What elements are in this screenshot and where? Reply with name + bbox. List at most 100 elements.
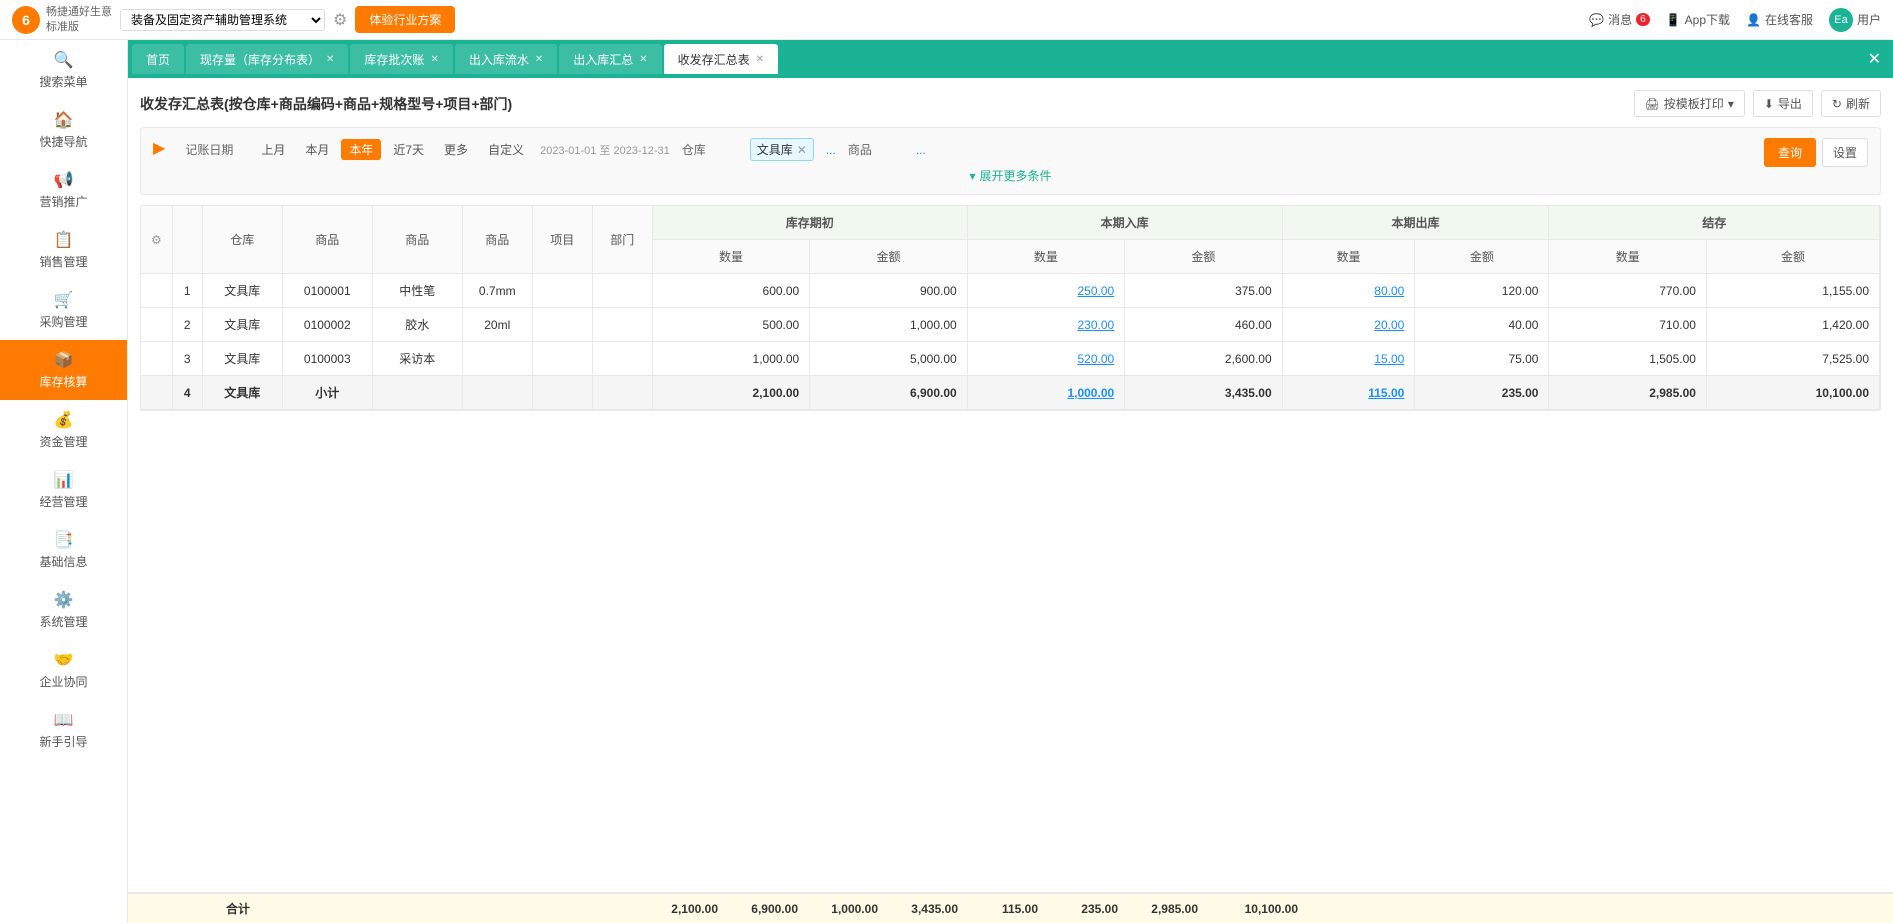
footer-opening-amt: 6,900.00 (728, 902, 808, 916)
row-warehouse: 文具库 (202, 342, 282, 376)
row-in-qty[interactable]: 250.00 (967, 274, 1124, 308)
col-settings: ⚙ (141, 206, 172, 274)
system-title-select[interactable]: 装备及固定资产辅助管理系统 (120, 9, 325, 31)
sidebar-item-basic[interactable]: 📑 基础信息 (0, 520, 127, 580)
subtotal-in-amt: 3,435.00 (1125, 376, 1282, 410)
message-btn[interactable]: 💬 消息 6 (1589, 11, 1650, 28)
sidebar-item-system[interactable]: ⚙️ 系统管理 (0, 580, 127, 640)
page-header: 收发存汇总表(按仓库+商品编码+商品+规格型号+项目+部门) 🖨 按模板打印 ▾… (140, 90, 1881, 117)
subtotal-seq: 4 (172, 376, 202, 410)
row-out-qty[interactable]: 80.00 (1282, 274, 1415, 308)
query-btn[interactable]: 查询 (1764, 138, 1816, 167)
warehouse-filter-tag: 文具库 ✕ (750, 138, 814, 161)
query-actions: 查询 设置 (1764, 138, 1868, 167)
refresh-btn[interactable]: ↻ 刷新 (1821, 90, 1881, 117)
data-table: ⚙ 仓库 商品 商品 商品 项目 部门 库存期初 本期入库 (141, 206, 1880, 410)
avatar: Ea (1829, 8, 1853, 32)
row-warehouse: 文具库 (202, 308, 282, 342)
row-in-amt: 460.00 (1125, 308, 1282, 342)
subtotal-balance-amt: 10,100.00 (1706, 376, 1879, 410)
col-spec: 商品 (462, 206, 532, 274)
row-out-qty[interactable]: 20.00 (1282, 308, 1415, 342)
user-btn[interactable]: Ea 用户 (1829, 8, 1881, 32)
row-balance-qty: 770.00 (1549, 274, 1706, 308)
row-seq: 2 (172, 308, 202, 342)
subtotal-out-qty[interactable]: 115.00 (1282, 376, 1415, 410)
date-btn-more[interactable]: 更多 (436, 139, 476, 160)
row-balance-amt: 7,525.00 (1706, 342, 1879, 376)
sidebar-item-marketing[interactable]: 📢 营销推广 (0, 160, 127, 220)
row-code: 0100002 (282, 308, 372, 342)
date-btn-last-month[interactable]: 上月 (253, 139, 293, 160)
sidebar-item-quick-nav[interactable]: 🏠 快捷导航 (0, 100, 127, 160)
print-template-btn[interactable]: 🖨 按模板打印 ▾ (1634, 90, 1745, 117)
footer-total-label: 合计 (198, 900, 278, 917)
tab-bar: 首页 现存量（库存分布表） ✕ 库存批次账 ✕ 出入库流水 ✕ 出入库汇总 ✕ (128, 40, 1893, 78)
sidebar-item-operation[interactable]: 📊 经营管理 (0, 460, 127, 520)
subtotal-empty2 (462, 376, 532, 410)
expand-conditions-btn[interactable]: ▾ 展开更多条件 (153, 167, 1868, 184)
footer-out-amt: 235.00 (1048, 902, 1128, 916)
row-out-amt: 120.00 (1415, 274, 1549, 308)
brand: 6 畅捷通好生意 标准版 (12, 5, 112, 34)
tab-stock-dist[interactable]: 现存量（库存分布表） ✕ (186, 44, 348, 74)
tab-close-icon[interactable]: ✕ (430, 54, 438, 65)
app-download-btn[interactable]: 📱 App下载 (1666, 11, 1730, 28)
row-out-qty[interactable]: 15.00 (1282, 342, 1415, 376)
tab-home[interactable]: 首页 (132, 44, 184, 74)
col-out-amt: 金额 (1415, 240, 1549, 274)
sidebar-item-purchase[interactable]: 🛒 采购管理 (0, 280, 127, 340)
sidebar: 🔍 搜索菜单 🏠 快捷导航 📢 营销推广 📋 销售管理 🛒 采购管理 📦 (0, 40, 128, 923)
sidebar-item-sales[interactable]: 📋 销售管理 (0, 220, 127, 280)
warehouse-dots[interactable]: ... (826, 143, 836, 157)
subtotal-in-qty[interactable]: 1,000.00 (967, 376, 1124, 410)
sidebar-item-search[interactable]: 🔍 搜索菜单 (0, 40, 127, 100)
sidebar-item-guide[interactable]: 📖 新手引导 (0, 700, 127, 760)
warehouse-tag-remove[interactable]: ✕ (797, 143, 807, 157)
settings-icon[interactable]: ⚙ (333, 10, 347, 30)
subtotal-settings (141, 376, 172, 410)
sidebar-item-finance[interactable]: 💰 资金管理 (0, 400, 127, 460)
row-in-amt: 375.00 (1125, 274, 1282, 308)
tab-stock-flow[interactable]: 出入库流水 ✕ (455, 44, 557, 74)
row-out-amt: 75.00 (1415, 342, 1549, 376)
date-btn-this-year[interactable]: 本年 (341, 139, 381, 160)
col-code: 商品 (282, 206, 372, 274)
brand-name: 畅捷通好生意 标准版 (46, 5, 112, 34)
footer-in-qty: 1,000.00 (808, 902, 888, 916)
settings-filter-btn[interactable]: 设置 (1822, 138, 1868, 167)
row-balance-amt: 1,155.00 (1706, 274, 1879, 308)
subtotal-out-amt: 235.00 (1415, 376, 1549, 410)
row-opening-qty: 500.00 (652, 308, 809, 342)
tab-recv-send-summary[interactable]: 收发存汇总表 ✕ (664, 44, 778, 74)
try-btn[interactable]: 体验行业方案 (355, 6, 455, 33)
date-btn-7days[interactable]: 近7天 (385, 139, 432, 160)
tab-close-icon[interactable]: ✕ (535, 54, 543, 65)
row-in-qty[interactable]: 520.00 (967, 342, 1124, 376)
goods-dots[interactable]: ... (916, 143, 926, 157)
content-area: 首页 现存量（库存分布表） ✕ 库存批次账 ✕ 出入库流水 ✕ 出入库汇总 ✕ (128, 40, 1893, 923)
row-in-qty[interactable]: 230.00 (967, 308, 1124, 342)
row-settings (141, 274, 172, 308)
subtotal-empty4 (592, 376, 652, 410)
row-opening-amt: 900.00 (810, 274, 967, 308)
tab-stock-summary[interactable]: 出入库汇总 ✕ (559, 44, 661, 74)
tab-close-icon[interactable]: ✕ (756, 54, 764, 65)
date-btn-this-month[interactable]: 本月 (297, 139, 337, 160)
tab-close-icon[interactable]: ✕ (326, 54, 334, 65)
sidebar-item-inventory[interactable]: 📦 库存核算 (0, 340, 127, 400)
top-bar-left: 6 畅捷通好生意 标准版 装备及固定资产辅助管理系统 ⚙ 体验行业方案 (12, 5, 455, 34)
search-icon: 🔍 (54, 50, 74, 70)
tab-close-icon[interactable]: ✕ (639, 54, 647, 65)
table-settings-icon[interactable]: ⚙ (151, 233, 162, 247)
online-service-btn[interactable]: 👤 在线客服 (1746, 11, 1813, 28)
subtotal-label: 小计 (282, 376, 372, 410)
tab-close-all-btn[interactable]: ✕ (1860, 49, 1889, 69)
filter-expand-icon[interactable]: ▶ (153, 138, 165, 158)
sidebar-item-enterprise[interactable]: 🤝 企业协同 (0, 640, 127, 700)
date-label: 记账日期 (185, 141, 241, 158)
row-balance-qty: 710.00 (1549, 308, 1706, 342)
export-btn[interactable]: ⬇ 导出 (1753, 90, 1813, 117)
date-btn-custom[interactable]: 自定义 (480, 139, 532, 160)
tab-batch-ledger[interactable]: 库存批次账 ✕ (350, 44, 452, 74)
